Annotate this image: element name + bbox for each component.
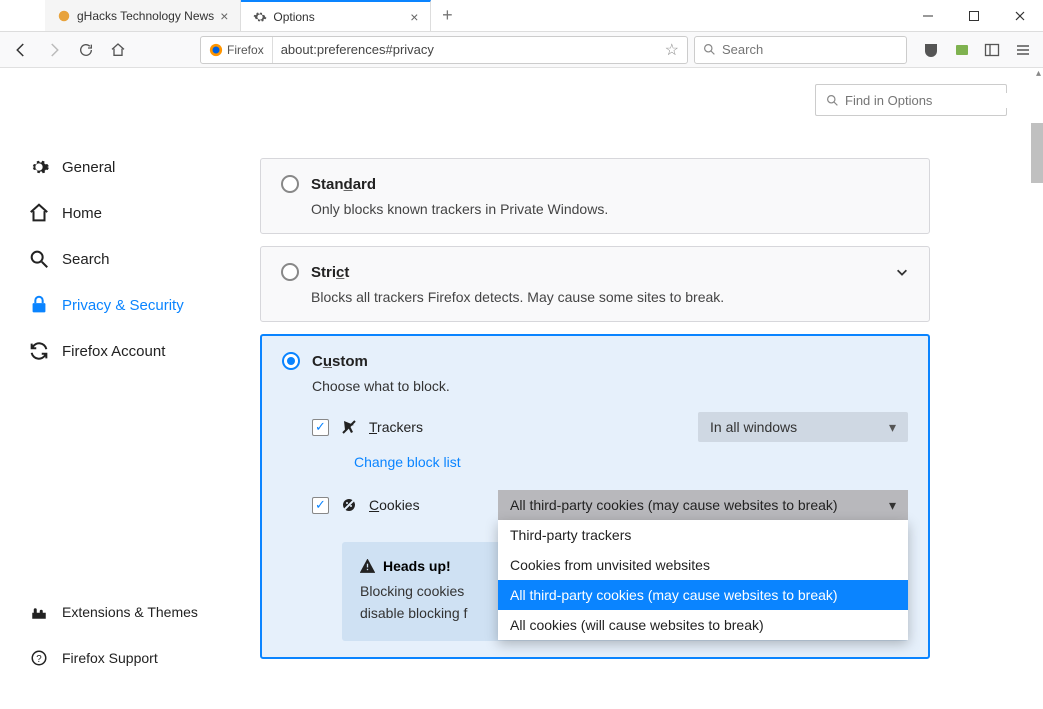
radio-strict[interactable] <box>281 263 299 281</box>
content-area: ▴ General Home Search Privacy & Security <box>0 68 1043 709</box>
close-window-button[interactable] <box>997 0 1043 31</box>
sidebar-item-search[interactable]: Search <box>20 238 220 280</box>
svg-text:?: ? <box>36 654 42 665</box>
warning-icon <box>360 559 375 574</box>
cookies-option[interactable]: All cookies (will cause websites to brea… <box>498 610 908 640</box>
trackers-row: ✓ Trackers In all windows ▾ <box>312 412 908 442</box>
sidebar-item-label: Privacy & Security <box>62 297 184 314</box>
new-tab-button[interactable]: + <box>431 0 463 31</box>
cookies-option[interactable]: Cookies from unvisited websites <box>498 550 908 580</box>
sidebar-item-label: Extensions & Themes <box>62 604 198 620</box>
extension-icon[interactable] <box>950 37 975 63</box>
tab-label: gHacks Technology News <box>77 9 214 23</box>
firefox-logo-icon <box>209 43 223 57</box>
settings-main: Standard Only blocks known trackers in P… <box>260 88 930 689</box>
sidebar-item-general[interactable]: General <box>20 146 220 188</box>
change-block-list-link[interactable]: Change block list <box>354 454 908 470</box>
card-title: Standard <box>311 176 376 193</box>
gear-icon <box>253 10 267 24</box>
search-icon <box>28 248 50 270</box>
sidebar-item-label: Firefox Support <box>62 650 158 666</box>
sidebar-item-label: Search <box>62 251 110 268</box>
trackers-label: Trackers <box>369 419 423 435</box>
trackers-icon <box>341 419 357 435</box>
cookies-option[interactable]: Third-party trackers <box>498 520 908 550</box>
category-sidebar: General Home Search Privacy & Security F… <box>20 88 220 689</box>
cookies-icon <box>341 497 357 513</box>
sync-icon <box>28 340 50 362</box>
reload-button[interactable] <box>73 36 99 64</box>
nav-toolbar: Firefox ☆ <box>0 32 1043 68</box>
card-desc: Choose what to block. <box>312 378 908 394</box>
card-strict[interactable]: Strict Blocks all trackers Firefox detec… <box>260 246 930 322</box>
radio-custom[interactable] <box>282 352 300 370</box>
close-icon[interactable]: × <box>220 8 228 24</box>
checkbox-cookies[interactable]: ✓ <box>312 497 329 514</box>
select-value: All third-party cookies (may cause websi… <box>510 497 838 513</box>
address-bar[interactable]: Firefox ☆ <box>200 36 688 64</box>
menu-button[interactable] <box>1011 37 1036 63</box>
cookies-option[interactable]: All third-party cookies (may cause websi… <box>498 580 908 610</box>
search-icon <box>703 43 716 56</box>
window-titlebar: gHacks Technology News × Options × + <box>0 0 1043 32</box>
gear-icon <box>28 156 50 178</box>
sidebar-icon[interactable] <box>980 37 1005 63</box>
sidebar-item-privacy[interactable]: Privacy & Security <box>20 284 220 326</box>
chevron-down-icon: ▾ <box>889 419 896 436</box>
minimize-button[interactable] <box>905 0 951 31</box>
puzzle-icon <box>28 601 50 623</box>
sidebar-item-label: General <box>62 159 115 176</box>
tab-options[interactable]: Options × <box>241 0 431 31</box>
sidebar-item-account[interactable]: Firefox Account <box>20 330 220 372</box>
card-desc: Only blocks known trackers in Private Wi… <box>311 201 909 217</box>
cookies-select[interactable]: All third-party cookies (may cause websi… <box>498 490 908 520</box>
radio-standard[interactable] <box>281 175 299 193</box>
sidebar-item-label: Home <box>62 205 102 222</box>
cookies-row: ✓ Cookies All third-party cookies (may c… <box>312 490 908 520</box>
identity-label: Firefox <box>227 43 264 57</box>
back-button[interactable] <box>8 36 34 64</box>
bookmark-star-icon[interactable]: ☆ <box>657 40 687 60</box>
checkbox-trackers[interactable]: ✓ <box>312 419 329 436</box>
window-controls <box>905 0 1043 31</box>
forward-button[interactable] <box>40 36 66 64</box>
sidebar-item-support[interactable]: ? Firefox Support <box>20 637 220 679</box>
cookies-label: Cookies <box>369 497 420 513</box>
home-button[interactable] <box>105 36 131 64</box>
cookies-dropdown-popup: Third-party trackers Cookies from unvisi… <box>498 520 908 640</box>
sidebar-item-label: Firefox Account <box>62 343 165 360</box>
ublock-icon[interactable] <box>919 37 944 63</box>
card-title: Strict <box>311 264 349 281</box>
url-input[interactable] <box>273 42 657 57</box>
card-title: Custom <box>312 353 368 370</box>
search-box[interactable] <box>694 36 907 64</box>
card-desc: Blocks all trackers Firefox detects. May… <box>311 289 909 305</box>
card-custom: Custom Choose what to block. ✓ Trackers … <box>260 334 930 659</box>
options-page: General Home Search Privacy & Security F… <box>0 68 1043 709</box>
home-icon <box>28 202 50 224</box>
maximize-button[interactable] <box>951 0 997 31</box>
sidebar-item-home[interactable]: Home <box>20 192 220 234</box>
sidebar-item-extensions[interactable]: Extensions & Themes <box>20 591 220 633</box>
tab-strip: gHacks Technology News × Options × + <box>0 0 905 31</box>
trackers-select[interactable]: In all windows ▾ <box>698 412 908 442</box>
identity-box[interactable]: Firefox <box>201 37 273 63</box>
close-icon[interactable]: × <box>410 9 418 25</box>
chevron-down-icon[interactable] <box>895 265 909 279</box>
select-value: In all windows <box>710 419 797 435</box>
lock-icon <box>28 294 50 316</box>
chevron-down-icon: ▾ <box>889 497 896 514</box>
tab-label: Options <box>273 10 314 24</box>
tab-ghacks[interactable]: gHacks Technology News × <box>45 0 241 31</box>
card-standard[interactable]: Standard Only blocks known trackers in P… <box>260 158 930 234</box>
help-icon: ? <box>28 647 50 669</box>
search-input[interactable] <box>722 42 898 57</box>
favicon-ghacks-icon <box>57 9 71 23</box>
